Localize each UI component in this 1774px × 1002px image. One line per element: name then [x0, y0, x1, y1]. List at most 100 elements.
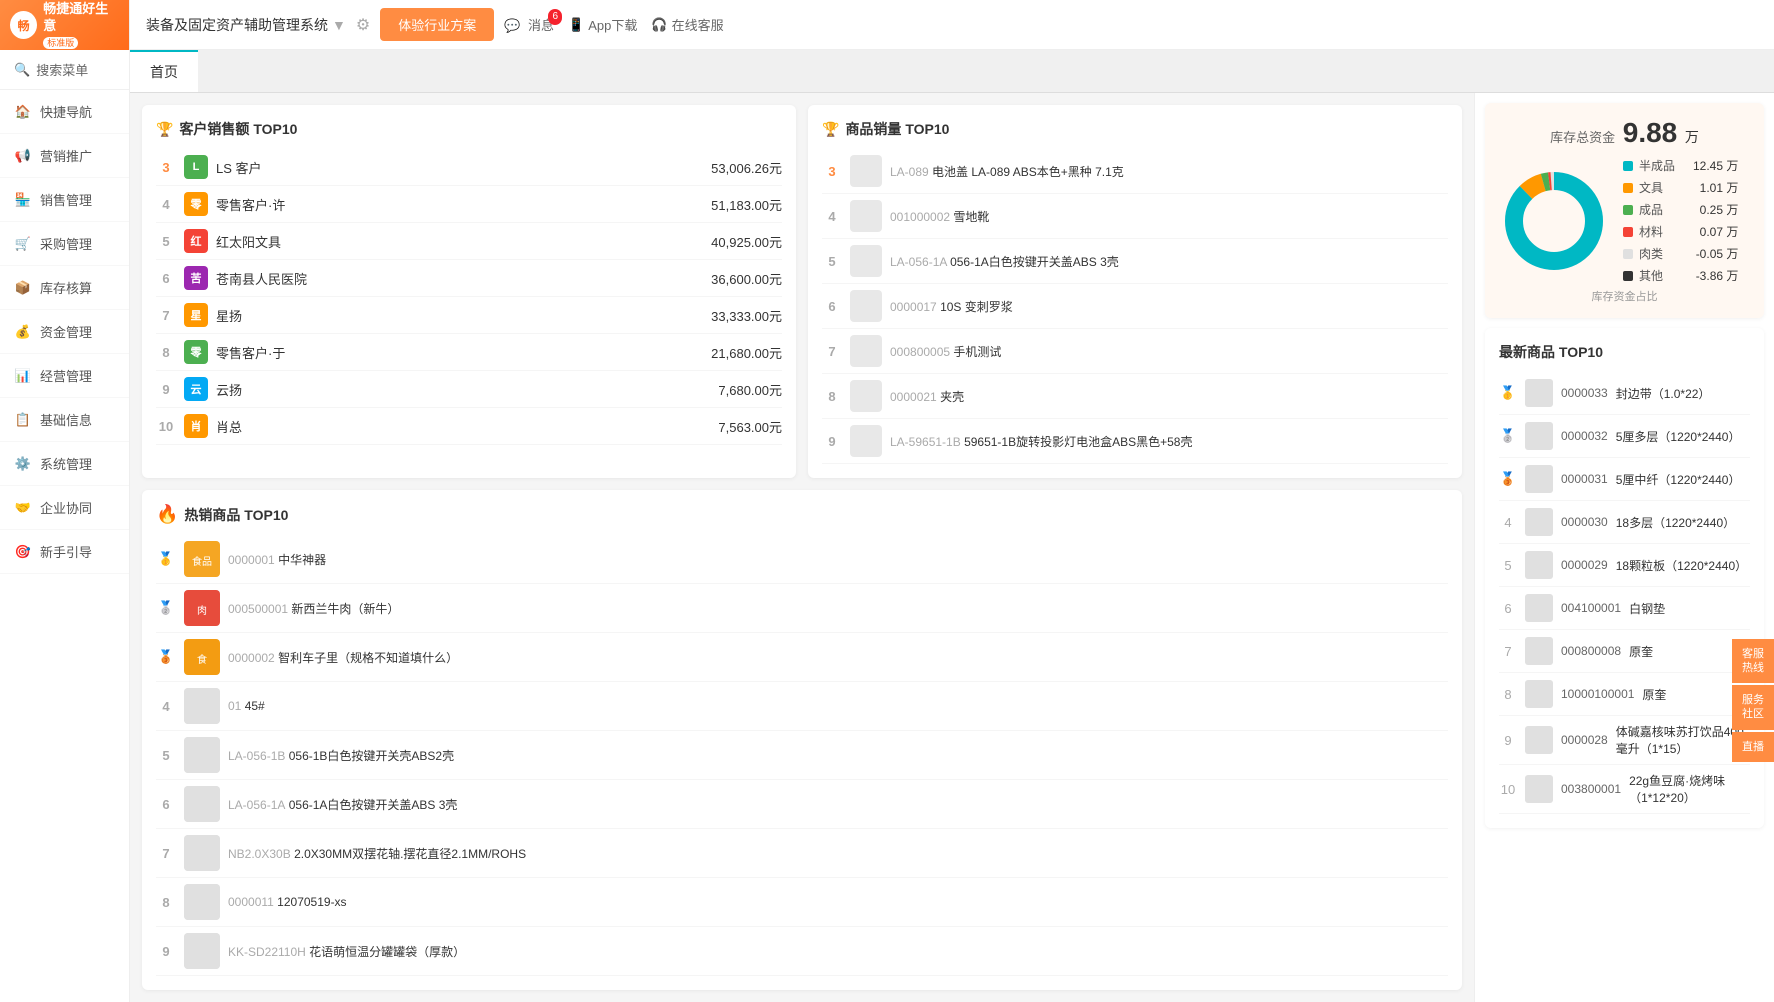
customer-avatar: L	[184, 155, 208, 179]
hot-products-title: 🔥 热销商品 TOP10	[156, 504, 1448, 525]
headset-icon: 🎧	[651, 17, 667, 33]
logo-title: 畅捷通好生意	[43, 1, 119, 35]
sidebar-item-operations[interactable]: 📊 经营管理	[0, 354, 129, 398]
sidebar-item-label: 企业协同	[40, 498, 92, 517]
sidebar-item-guide[interactable]: 🎯 新手引导	[0, 530, 129, 574]
rank-item: 6 0000017 10S 变刺罗浆	[822, 284, 1448, 329]
tab-home[interactable]: 首页	[130, 50, 198, 92]
rank-item: 9 LA-59651-1B 59651-1B旋转投影灯电池盒ABS黑色+58壳	[822, 419, 1448, 464]
new-product-item: 🥈 0000032 5厘多层（1220*2440）	[1499, 415, 1750, 458]
system-selector[interactable]: 装备及固定资产辅助管理系统 ▼	[146, 15, 346, 35]
customer-avatar: 苦	[184, 266, 208, 290]
sidebar-item-finance[interactable]: 💰 资金管理	[0, 310, 129, 354]
legend-dot	[1623, 205, 1633, 215]
tab-bar: 首页	[130, 50, 1774, 93]
float-buttons: 客服热线 服务社区 直播	[1732, 639, 1774, 762]
product-name: 0000021 夹壳	[890, 388, 1448, 405]
online-service-btn[interactable]: 🎧 在线客服	[651, 15, 723, 34]
sidebar-item-base-info[interactable]: 📋 基础信息	[0, 398, 129, 442]
trial-btn[interactable]: 体验行业方案	[380, 8, 494, 41]
sidebar-item-quick-nav[interactable]: 🏠 快捷导航	[0, 90, 129, 134]
phone-icon: 📱	[568, 17, 584, 33]
customer-ranking-card: 🏆 客户销售额 TOP10 3 L LS 客户 53,006.26元 4 零	[142, 105, 796, 478]
float-btn-service[interactable]: 客服热线	[1732, 639, 1774, 684]
product-img	[1525, 680, 1553, 708]
rank-item: 4 零 零售客户·许 51,183.00元	[156, 186, 782, 223]
sales-icon: 🏪	[14, 191, 32, 209]
purchase-icon: 🛒	[14, 235, 32, 253]
sidebar: 畅 畅捷通好生意 标准版 🔍 搜索菜单 🏠 快捷导航 📢 营销推广 🏪 销售管理…	[0, 0, 130, 1002]
system-name: 装备及固定资产辅助管理系统	[146, 15, 328, 35]
message-badge: 6	[548, 9, 562, 25]
sidebar-item-label: 采购管理	[40, 234, 92, 253]
product-img	[1525, 508, 1553, 536]
operations-icon: 📊	[14, 367, 32, 385]
product-info: 0000001 中华神器	[228, 551, 1448, 568]
logo-badge: 标准版	[43, 37, 78, 49]
hot-product-item: 7 NB2.0X30B 2.0X30MM双摆花轴.摆花直径2.1MM/ROHS	[156, 829, 1448, 878]
legend-item: 文具 1.01 万	[1623, 179, 1738, 196]
product-sales-list: 3 LA-089 电池盖 LA-089 ABS本色+黑种 7.1克 4	[822, 149, 1448, 464]
product-info: KK-SD22110H 花语萌恒温分罐罐袋（厚款）	[228, 943, 1448, 960]
customer-avatar: 肖	[184, 414, 208, 438]
product-img	[1525, 637, 1553, 665]
float-btn-live[interactable]: 直播	[1732, 732, 1774, 762]
sidebar-item-purchase[interactable]: 🛒 采购管理	[0, 222, 129, 266]
product-name: LA-089 电池盖 LA-089 ABS本色+黑种 7.1克	[890, 163, 1448, 180]
enterprise-icon: 🤝	[14, 499, 32, 517]
home-icon: 🏠	[14, 103, 32, 121]
customer-avatar: 零	[184, 192, 208, 216]
finance-icon: 💰	[14, 323, 32, 341]
product-img	[850, 155, 882, 187]
sidebar-item-enterprise[interactable]: 🤝 企业协同	[0, 486, 129, 530]
product-img	[184, 688, 220, 724]
inventory-icon: 📦	[14, 279, 32, 297]
app-download-btn[interactable]: 📱 App下载	[568, 15, 637, 34]
hot-product-item: 4 01 45#	[156, 682, 1448, 731]
product-info: 0000011 12070519-xs	[228, 895, 1448, 909]
product-img	[850, 245, 882, 277]
logo-text-group: 畅捷通好生意 标准版	[43, 1, 119, 50]
customer-name: LS 客户	[216, 158, 703, 177]
settings-icon[interactable]: ⚙	[356, 15, 370, 35]
chart-sub-label: 库存资金占比	[1499, 288, 1750, 304]
float-btn-community[interactable]: 服务社区	[1732, 685, 1774, 730]
customer-avatar: 红	[184, 229, 208, 253]
hot-product-item: 6 LA-056-1A 056-1A白色按键开关盖ABS 3壳	[156, 780, 1448, 829]
sidebar-item-sales[interactable]: 🏪 销售管理	[0, 178, 129, 222]
new-product-item: 4 0000030 18多层（1220*2440）	[1499, 501, 1750, 544]
sidebar-item-label: 库存核算	[40, 278, 92, 297]
content-area: 🏆 客户销售额 TOP10 3 L LS 客户 53,006.26元 4 零	[130, 93, 1774, 1002]
product-img	[850, 290, 882, 322]
message-btn[interactable]: 💬 6 消息	[504, 15, 554, 34]
topbar-icons: 💬 6 消息 📱 App下载 🎧 在线客服	[504, 15, 723, 34]
inventory-total: 库存总资金 9.88 万	[1499, 117, 1750, 149]
rank-item: 7 星 星扬 33,333.00元	[156, 297, 782, 334]
search-menu-item[interactable]: 🔍 搜索菜单	[0, 50, 129, 90]
product-img	[1525, 379, 1553, 407]
new-product-item: 8 10000100001 原奎	[1499, 673, 1750, 716]
sidebar-item-inventory[interactable]: 📦 库存核算	[0, 266, 129, 310]
hot-product-item: 8 0000011 12070519-xs	[156, 878, 1448, 927]
sidebar-item-system[interactable]: ⚙️ 系统管理	[0, 442, 129, 486]
product-info: 01 45#	[228, 699, 1448, 713]
new-product-item: 10 003800001 22g鱼豆腐·烧烤味（1*12*20）	[1499, 765, 1750, 814]
product-name: 001000002 雪地靴	[890, 208, 1448, 225]
hot-product-item: 🥉 食 0000002 智利车子里（规格不知道填什么）	[156, 633, 1448, 682]
legend-item: 材料 0.07 万	[1623, 223, 1738, 240]
dropdown-icon: ▼	[332, 17, 346, 33]
sidebar-item-label: 经营管理	[40, 366, 92, 385]
product-info: LA-056-1B 056-1B白色按键开关壳ABS2壳	[228, 747, 1448, 764]
rank-item: 7 000800005 手机测试	[822, 329, 1448, 374]
product-name: 000800005 手机测试	[890, 343, 1448, 360]
product-img	[184, 737, 220, 773]
search-menu-label: 搜索菜单	[36, 60, 88, 79]
product-info: 000500001 新西兰牛肉（新牛）	[228, 600, 1448, 617]
base-info-icon: 📋	[14, 411, 32, 429]
rank-item: 8 0000021 夹壳	[822, 374, 1448, 419]
sidebar-item-marketing[interactable]: 📢 营销推广	[0, 134, 129, 178]
svg-text:食品: 食品	[192, 555, 212, 568]
new-products-title: 最新商品 TOP10	[1499, 342, 1750, 362]
product-img	[184, 884, 220, 920]
product-img	[850, 200, 882, 232]
